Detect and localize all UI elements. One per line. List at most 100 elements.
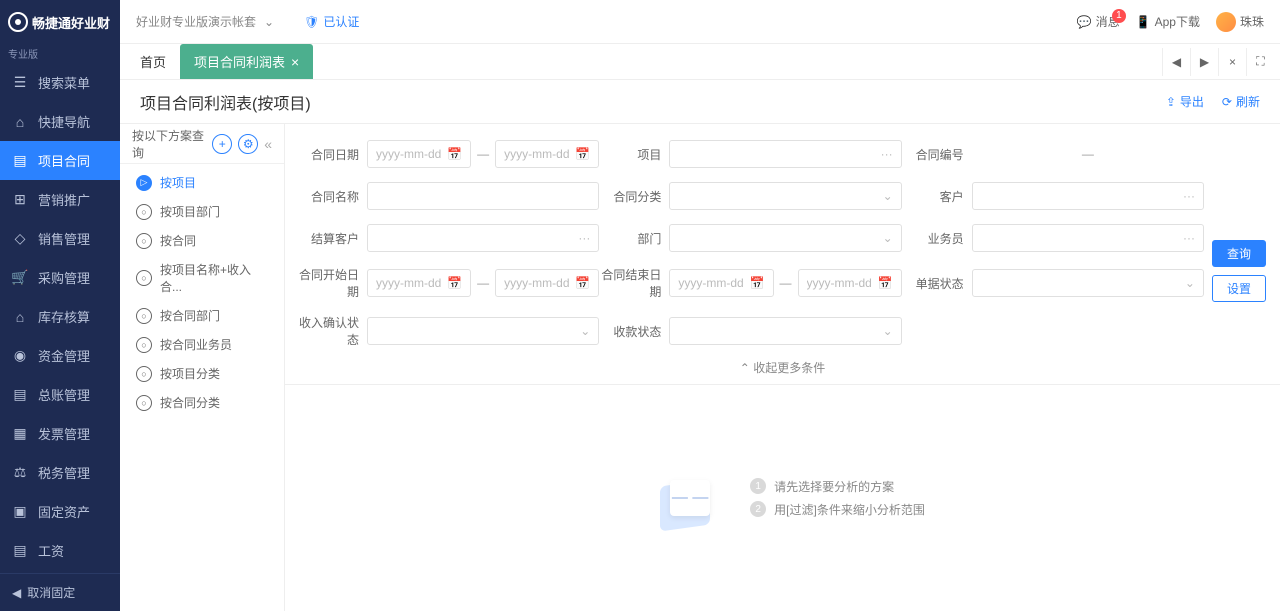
- scheme-item-4[interactable]: ○按合同部门: [120, 301, 284, 330]
- close-icon[interactable]: ×: [291, 54, 299, 70]
- sidebar-item-7[interactable]: ◉ 资金管理: [0, 336, 120, 375]
- contract-category-select[interactable]: ⌄: [669, 182, 901, 210]
- contract-date-to[interactable]: yyyy-mm-dd📅: [495, 140, 599, 168]
- topbar: 好业财专业版演示帐套 ⌄ 🛡 已认证 💬 消息 1 📱 App下载 珠珠: [120, 0, 1280, 44]
- sidebar-item-10[interactable]: ⚖税务管理: [0, 453, 120, 492]
- phone-icon: 📱: [1136, 15, 1151, 29]
- sidebar-item-icon: ◉: [12, 348, 28, 364]
- tab-bar: 首页 项目合同利润表 × ◀ ▶ × ⛶: [120, 44, 1280, 80]
- sidebar-item-2[interactable]: ▤项目合同: [0, 141, 120, 180]
- download-label: App下载: [1155, 13, 1200, 30]
- start-date-to[interactable]: yyyy-mm-dd📅: [495, 269, 599, 297]
- scheme-item-0[interactable]: ▷按项目: [120, 168, 284, 197]
- tab-next-button[interactable]: ▶: [1190, 48, 1218, 76]
- chevron-down-icon: ⌄: [883, 231, 893, 245]
- sidebar-item-label: 库存核算: [38, 307, 90, 326]
- chevron-down-icon: ⌄: [264, 15, 274, 29]
- tab-home[interactable]: 首页: [126, 44, 180, 79]
- sidebar-item-8[interactable]: ▤总账管理: [0, 375, 120, 414]
- page-title: 项目合同利润表(按项目): [140, 90, 311, 114]
- refresh-button[interactable]: ⟳ 刷新: [1222, 93, 1260, 110]
- more-icon: ···: [578, 231, 590, 245]
- tab-close-all-button[interactable]: ×: [1218, 48, 1246, 76]
- settings-button[interactable]: 设置: [1212, 275, 1266, 302]
- scheme-header: 按以下方案查询 + ⚙ «: [120, 124, 284, 164]
- end-date-to[interactable]: yyyy-mm-dd📅: [798, 269, 902, 297]
- label-contract-no: 合同编号: [902, 146, 972, 163]
- label-contract-name: 合同名称: [297, 188, 367, 205]
- collection-status-select[interactable]: ⌄: [669, 317, 901, 345]
- sidebar-pin-toggle[interactable]: ◀ 取消固定: [0, 573, 120, 611]
- label-start-date: 合同开始日期: [297, 266, 367, 300]
- scheme-item-label: 按项目: [160, 174, 196, 191]
- tenant-selector[interactable]: 好业财专业版演示帐套 ⌄: [136, 13, 274, 30]
- sidebar-item-0[interactable]: ☰搜索菜单: [0, 63, 120, 102]
- tab-active[interactable]: 项目合同利润表 ×: [180, 44, 313, 79]
- contract-no-value: —: [972, 140, 1204, 168]
- sidebar-item-label: 搜索菜单: [38, 73, 90, 92]
- sidebar-item-label: 资金管理: [38, 346, 90, 365]
- message-icon: 💬: [1077, 15, 1092, 29]
- voucher-status-select[interactable]: ⌄: [972, 269, 1204, 297]
- salesperson-input[interactable]: ···: [972, 224, 1204, 252]
- scheme-item-5[interactable]: ○按合同业务员: [120, 330, 284, 359]
- pin-icon: ◀: [12, 586, 21, 600]
- scheme-item-2[interactable]: ○按合同: [120, 226, 284, 255]
- scheme-item-label: 按项目分类: [160, 365, 220, 382]
- end-date-from[interactable]: yyyy-mm-dd📅: [669, 269, 773, 297]
- scheme-item-icon: ○: [136, 233, 152, 249]
- fullscreen-button[interactable]: ⛶: [1246, 48, 1274, 76]
- department-select[interactable]: ⌄: [669, 224, 901, 252]
- customer-input[interactable]: ···: [972, 182, 1204, 210]
- sidebar-item-4[interactable]: ◇销售管理: [0, 219, 120, 258]
- user-menu[interactable]: 珠珠: [1216, 12, 1264, 32]
- scheme-add-button[interactable]: +: [212, 134, 232, 154]
- export-button[interactable]: ⇪ 导出: [1166, 93, 1204, 110]
- main-area: 好业财专业版演示帐套 ⌄ 🛡 已认证 💬 消息 1 📱 App下载 珠珠: [120, 0, 1280, 611]
- tab-prev-button[interactable]: ◀: [1162, 48, 1190, 76]
- scheme-header-title: 按以下方案查询: [132, 127, 206, 161]
- date-sep: —: [477, 147, 489, 161]
- label-settle-customer: 结算客户: [297, 230, 367, 247]
- calendar-icon: 📅: [447, 147, 462, 161]
- start-date-from[interactable]: yyyy-mm-dd📅: [367, 269, 471, 297]
- label-contract-category: 合同分类: [599, 188, 669, 205]
- search-button[interactable]: 查询: [1212, 240, 1266, 267]
- label-salesperson: 业务员: [902, 230, 972, 247]
- content: 按以下方案查询 + ⚙ « ▷按项目○按项目部门○按合同○按项目名称+收入合..…: [120, 124, 1280, 611]
- scheme-item-6[interactable]: ○ 按项目分类: [120, 359, 284, 388]
- app-download-button[interactable]: 📱 App下载: [1136, 13, 1200, 30]
- sidebar-item-6[interactable]: ⌂库存核算: [0, 297, 120, 336]
- scheme-list: ▷按项目○按项目部门○按合同○按项目名称+收入合...○按合同部门○按合同业务员…: [120, 164, 284, 611]
- scheme-collapse-button[interactable]: «: [264, 136, 272, 152]
- page-header: 项目合同利润表(按项目) ⇪ 导出 ⟳ 刷新: [120, 80, 1280, 124]
- income-confirm-select[interactable]: ⌄: [367, 317, 599, 345]
- sidebar-item-9[interactable]: ▦发票管理: [0, 414, 120, 453]
- step-badge: 1: [750, 478, 766, 494]
- sidebar: 畅捷通好业财 专业版 ☰搜索菜单⌂快捷导航▤项目合同⊞营销推广◇销售管理🛒采购管…: [0, 0, 120, 611]
- scheme-item-3[interactable]: ○按项目名称+收入合...: [120, 255, 284, 301]
- project-input[interactable]: ···: [669, 140, 901, 168]
- calendar-icon: 📅: [878, 276, 893, 290]
- sidebar-item-11[interactable]: ▣固定资产: [0, 492, 120, 531]
- sidebar-item-icon: ◇: [12, 231, 28, 247]
- sidebar-item-12[interactable]: ▤工资: [0, 531, 120, 570]
- scheme-item-icon: ○: [136, 366, 152, 382]
- messages-button[interactable]: 💬 消息 1: [1077, 13, 1120, 30]
- scheme-settings-button[interactable]: ⚙: [238, 134, 258, 154]
- scheme-item-label: 按合同业务员: [160, 336, 232, 353]
- step-badge: 2: [750, 501, 766, 517]
- contract-name-input[interactable]: [367, 182, 599, 210]
- settle-customer-input[interactable]: ···: [367, 224, 599, 252]
- sidebar-item-1[interactable]: ⌂快捷导航: [0, 102, 120, 141]
- scheme-item-7[interactable]: ○按合同分类: [120, 388, 284, 417]
- contract-date-from[interactable]: yyyy-mm-dd📅: [367, 140, 471, 168]
- collapse-filters-button[interactable]: ⌃ 收起更多条件: [285, 351, 1280, 385]
- sidebar-item-5[interactable]: 🛒采购管理: [0, 258, 120, 297]
- sidebar-item-icon: ▤: [12, 153, 28, 169]
- scheme-item-1[interactable]: ○按项目部门: [120, 197, 284, 226]
- tenant-name: 好业财专业版演示帐套: [136, 13, 256, 30]
- more-icon: ···: [881, 147, 893, 161]
- sidebar-item-label: 工资: [38, 541, 64, 560]
- sidebar-item-3[interactable]: ⊞营销推广: [0, 180, 120, 219]
